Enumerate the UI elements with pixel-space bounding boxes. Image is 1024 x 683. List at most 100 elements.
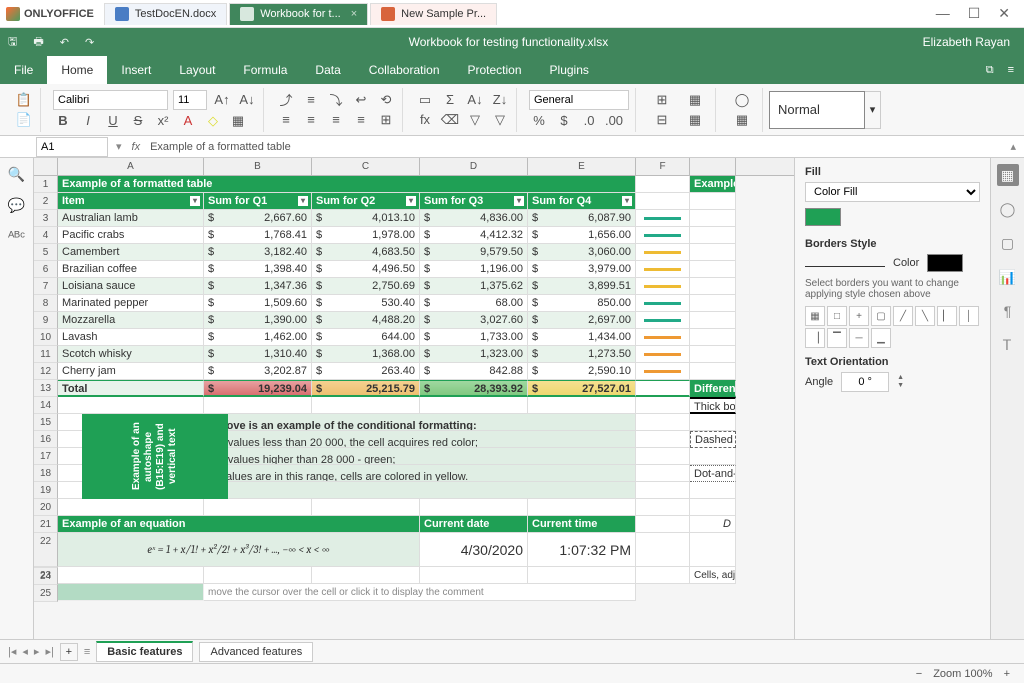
maximize-button[interactable]: ☐: [968, 5, 981, 22]
cell[interactable]: 4,488.20: [312, 312, 420, 329]
col-header-c[interactable]: C: [312, 158, 420, 175]
cell[interactable]: 3,027.60: [420, 312, 528, 329]
cell[interactable]: [636, 431, 690, 448]
col-header-f[interactable]: F: [636, 158, 690, 175]
cell[interactable]: Example of a formatted table: [58, 176, 636, 193]
cell[interactable]: 1,978.00: [312, 227, 420, 244]
font-size-select[interactable]: [173, 90, 207, 110]
spellcheck-icon[interactable]: ᴬᴮᶜ: [8, 228, 25, 244]
cell[interactable]: [58, 567, 204, 584]
row-header[interactable]: 13: [34, 380, 58, 397]
row-header[interactable]: 1: [34, 176, 58, 193]
cell[interactable]: Lavash: [58, 329, 204, 346]
name-box[interactable]: [36, 137, 108, 157]
cell[interactable]: [690, 227, 736, 244]
fx-icon[interactable]: fx: [126, 141, 147, 153]
table-template-icon[interactable]: ▦: [681, 111, 709, 129]
cell[interactable]: [58, 499, 204, 516]
cell[interactable]: if values are in this range, cells are c…: [204, 465, 636, 482]
open-location-icon[interactable]: ⧉: [986, 64, 994, 77]
col-header-b[interactable]: B: [204, 158, 312, 175]
cell[interactable]: for values higher than 28 000 - green;: [204, 448, 636, 465]
border-right-icon[interactable]: ▕: [805, 328, 825, 348]
angle-up-icon[interactable]: ▲: [897, 374, 904, 382]
cell[interactable]: [636, 533, 690, 567]
cell[interactable]: [636, 516, 690, 533]
user-name[interactable]: Elizabeth Rayan: [923, 35, 1010, 49]
cell[interactable]: [690, 329, 736, 346]
redo-icon[interactable]: ↷: [85, 36, 94, 49]
menu-icon[interactable]: ≡: [1008, 64, 1014, 76]
cell[interactable]: 4,683.50: [312, 244, 420, 261]
named-range-icon[interactable]: ▭: [415, 91, 435, 109]
equation-cell[interactable]: eˣ = 1 + x/1! + x²/2! + x³/3! + ..., −∞ …: [58, 533, 420, 567]
textart-settings-icon[interactable]: Ꭲ: [997, 334, 1019, 356]
cell[interactable]: 4,496.50: [312, 261, 420, 278]
cell[interactable]: 4/30/2020: [420, 533, 528, 567]
number-format-select[interactable]: [529, 90, 629, 110]
cell[interactable]: 644.00: [312, 329, 420, 346]
superscript-icon[interactable]: x²: [153, 112, 173, 130]
bold-icon[interactable]: B: [53, 112, 73, 130]
grid[interactable]: A B C D E F 1234567891011121314151617181…: [34, 158, 794, 639]
sort-za-icon[interactable]: Z↓: [490, 91, 510, 109]
decrease-decimal-icon[interactable]: .0: [579, 112, 599, 130]
cell[interactable]: [528, 567, 636, 584]
cell[interactable]: [690, 414, 736, 431]
doc-tab-spreadsheet[interactable]: Workbook for t...×: [229, 3, 368, 25]
cell[interactable]: [690, 312, 736, 329]
cell[interactable]: [690, 533, 736, 567]
fill-color-swatch[interactable]: [805, 208, 841, 226]
cell[interactable]: [204, 397, 312, 414]
select-all-corner[interactable]: [34, 158, 58, 175]
col-header-a[interactable]: A: [58, 158, 204, 175]
image-settings-icon[interactable]: ▢: [997, 232, 1019, 254]
fill-color-icon[interactable]: ◇: [203, 112, 223, 130]
text-settings-icon[interactable]: ¶: [997, 300, 1019, 322]
cell[interactable]: 1,273.50: [528, 346, 636, 363]
row-header[interactable]: 18: [34, 465, 58, 482]
clear-icon[interactable]: ⌫: [440, 111, 460, 129]
align-left-icon[interactable]: ≡: [276, 111, 296, 129]
add-sheet-button[interactable]: +: [60, 643, 78, 661]
col-header-d[interactable]: D: [420, 158, 528, 175]
cell[interactable]: 3,182.40: [204, 244, 312, 261]
cell[interactable]: Scotch whisky: [58, 346, 204, 363]
align-center-icon[interactable]: ≡: [301, 111, 321, 129]
row-header[interactable]: 16: [34, 431, 58, 448]
cell[interactable]: 1,398.40: [204, 261, 312, 278]
cell[interactable]: 1,509.60: [204, 295, 312, 312]
angle-down-icon[interactable]: ▼: [897, 382, 904, 390]
cell[interactable]: 4,412.32: [420, 227, 528, 244]
insert-shape-icon[interactable]: ◯: [728, 91, 756, 109]
conditional-format-icon[interactable]: ▦: [681, 91, 709, 109]
cell[interactable]: [58, 584, 204, 601]
cell[interactable]: Cherry jam: [58, 363, 204, 380]
cell[interactable]: [420, 499, 528, 516]
cell[interactable]: 4,836.00: [420, 210, 528, 227]
font-select[interactable]: [53, 90, 168, 110]
sheet-tab-basic[interactable]: Basic features: [96, 641, 193, 662]
cell[interactable]: [690, 346, 736, 363]
row-header[interactable]: 7: [34, 278, 58, 295]
cell[interactable]: Mozzarella: [58, 312, 204, 329]
align-right-icon[interactable]: ≡: [326, 111, 346, 129]
cell[interactable]: [636, 176, 690, 193]
menu-collaboration[interactable]: Collaboration: [355, 56, 454, 84]
cell[interactable]: [690, 363, 736, 380]
cell[interactable]: 3,899.51: [528, 278, 636, 295]
cell[interactable]: [636, 278, 690, 295]
increase-size-icon[interactable]: A↑: [212, 91, 232, 109]
cell[interactable]: move the cursor over the cell or click i…: [204, 584, 636, 601]
cell[interactable]: 6,087.90: [528, 210, 636, 227]
close-icon[interactable]: ×: [351, 8, 357, 20]
cell[interactable]: Loisiana sauce: [58, 278, 204, 295]
menu-data[interactable]: Data: [301, 56, 354, 84]
border-inside-icon[interactable]: +: [849, 306, 869, 326]
cell[interactable]: Thick bo: [690, 397, 736, 414]
cell[interactable]: [690, 244, 736, 261]
cell[interactable]: [690, 448, 736, 465]
italic-icon[interactable]: I: [78, 112, 98, 130]
row-header[interactable]: 2: [34, 193, 58, 210]
cell[interactable]: [690, 499, 736, 516]
